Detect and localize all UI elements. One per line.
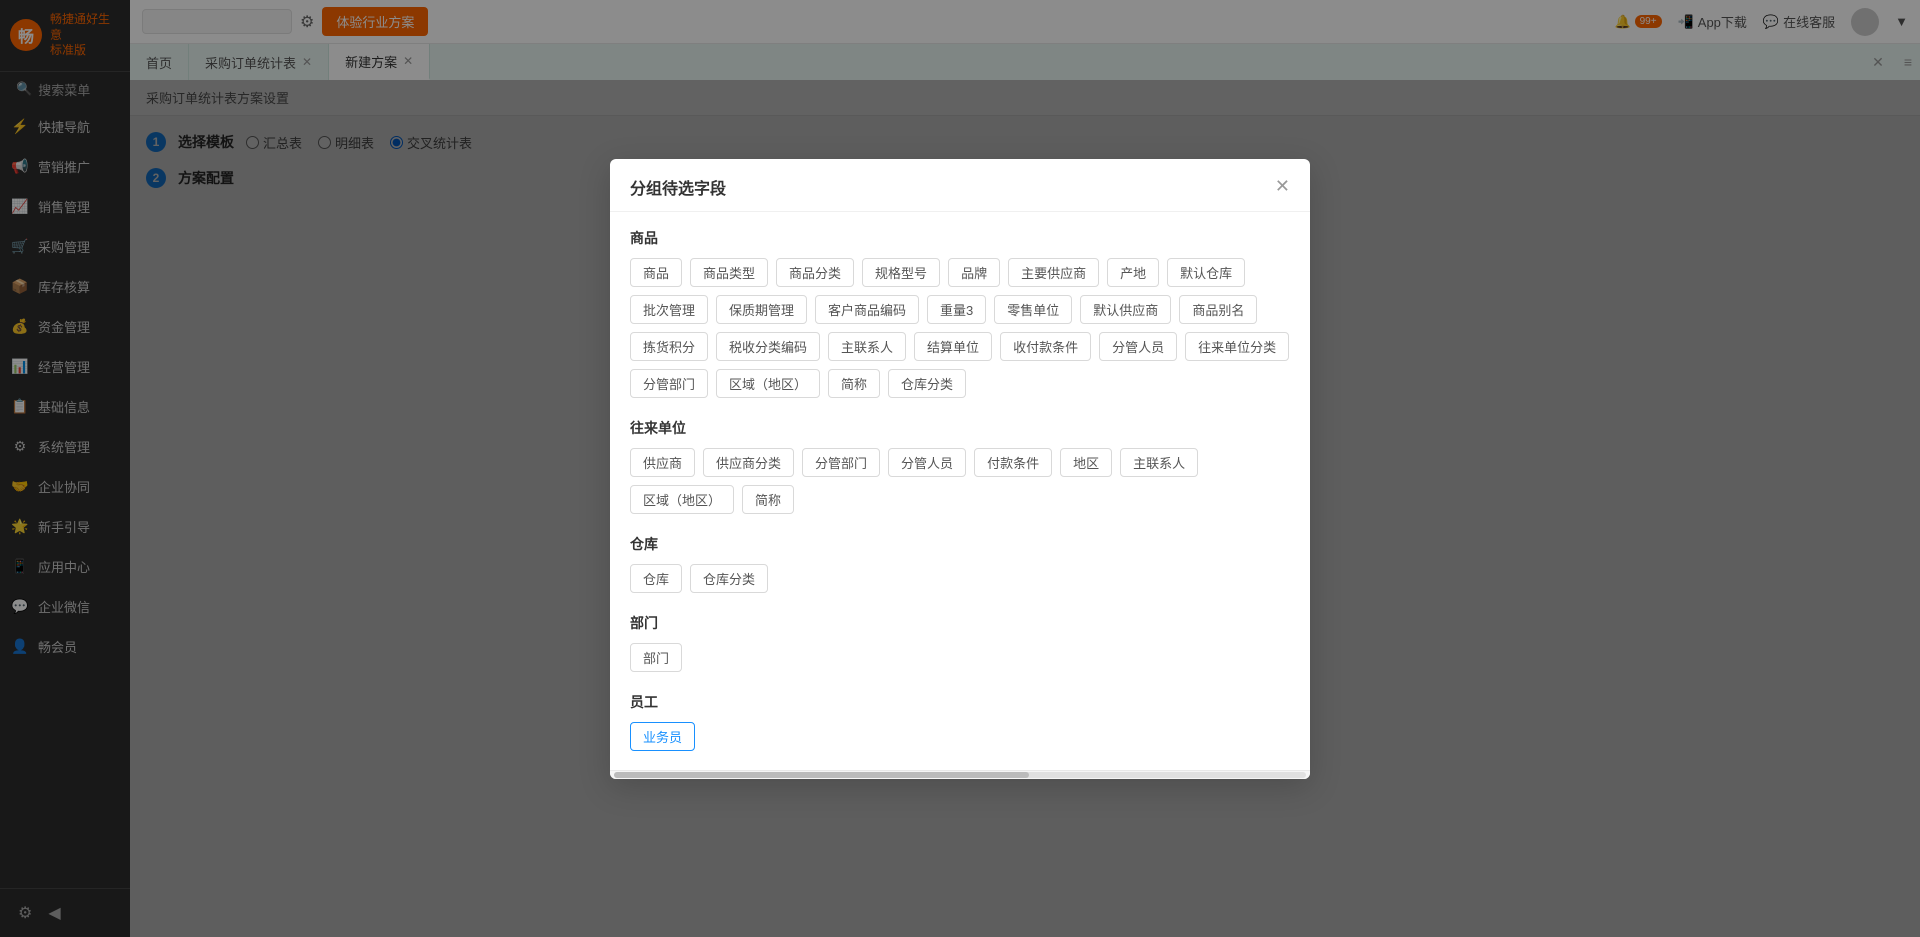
field-tag-region[interactable]: 地区 bbox=[1060, 448, 1112, 477]
field-tag-default-warehouse[interactable]: 默认仓库 bbox=[1167, 258, 1245, 287]
hscroll-thumb bbox=[614, 772, 1029, 778]
field-tag-supplier-category[interactable]: 供应商分类 bbox=[703, 448, 794, 477]
field-tag-partner-category[interactable]: 往来单位分类 bbox=[1185, 332, 1289, 361]
warehouse-section-title: 仓库 bbox=[630, 534, 1290, 554]
employee-fields: 业务员 bbox=[630, 722, 1290, 751]
product-fields: 商品 商品类型 商品分类 规格型号 品牌 主要供应商 产地 默认仓库 批次管理 … bbox=[630, 258, 1290, 398]
field-tag-batch-mgmt[interactable]: 批次管理 bbox=[630, 295, 708, 324]
product-section: 商品 商品 商品类型 商品分类 规格型号 品牌 主要供应商 产地 默认仓库 批次… bbox=[630, 228, 1290, 398]
field-tag-supervisor2[interactable]: 分管人员 bbox=[888, 448, 966, 477]
product-section-title: 商品 bbox=[630, 228, 1290, 248]
modal-body[interactable]: 商品 商品 商品类型 商品分类 规格型号 品牌 主要供应商 产地 默认仓库 批次… bbox=[610, 212, 1310, 770]
modal-title: 分组待选字段 bbox=[630, 175, 726, 199]
field-tag-salesperson[interactable]: 业务员 bbox=[630, 722, 695, 751]
field-tag-dept2[interactable]: 分管部门 bbox=[802, 448, 880, 477]
warehouse-fields: 仓库 仓库分类 bbox=[630, 564, 1290, 593]
field-tag-area2[interactable]: 区域（地区） bbox=[630, 485, 734, 514]
partner-section-title: 往来单位 bbox=[630, 418, 1290, 438]
field-tag-region-area[interactable]: 区域（地区） bbox=[716, 369, 820, 398]
field-tag-warehouse-category2[interactable]: 仓库分类 bbox=[690, 564, 768, 593]
field-tag-product-type[interactable]: 商品类型 bbox=[690, 258, 768, 287]
field-tag-brand[interactable]: 品牌 bbox=[948, 258, 1000, 287]
department-fields: 部门 bbox=[630, 643, 1290, 672]
field-tag-tax-code[interactable]: 税收分类编码 bbox=[716, 332, 820, 361]
modal-overlay: 分组待选字段 ✕ 商品 商品 商品类型 商品分类 规格型号 品牌 主要供应商 产… bbox=[0, 0, 1920, 937]
field-tag-warehouse[interactable]: 仓库 bbox=[630, 564, 682, 593]
hscroll-track bbox=[614, 772, 1306, 778]
field-tag-default-supplier[interactable]: 默认供应商 bbox=[1080, 295, 1171, 324]
field-tag-customer-code[interactable]: 客户商品编码 bbox=[815, 295, 919, 324]
field-tag-product[interactable]: 商品 bbox=[630, 258, 682, 287]
modal: 分组待选字段 ✕ 商品 商品 商品类型 商品分类 规格型号 品牌 主要供应商 产… bbox=[610, 159, 1310, 779]
field-tag-warehouse-category[interactable]: 仓库分类 bbox=[888, 369, 966, 398]
modal-header: 分组待选字段 ✕ bbox=[610, 159, 1310, 212]
field-tag-short-name[interactable]: 简称 bbox=[828, 369, 880, 398]
modal-horizontal-scrollbar[interactable] bbox=[610, 770, 1310, 779]
field-tag-department[interactable]: 部门 bbox=[630, 643, 682, 672]
field-tag-payment-terms[interactable]: 收付款条件 bbox=[1000, 332, 1091, 361]
field-tag-expiry-mgmt[interactable]: 保质期管理 bbox=[716, 295, 807, 324]
field-tag-spec-model[interactable]: 规格型号 bbox=[862, 258, 940, 287]
field-tag-supervisor[interactable]: 分管人员 bbox=[1099, 332, 1177, 361]
field-tag-main-supplier[interactable]: 主要供应商 bbox=[1008, 258, 1099, 287]
field-tag-product-alias[interactable]: 商品别名 bbox=[1179, 295, 1257, 324]
field-tag-weight3[interactable]: 重量3 bbox=[927, 295, 986, 324]
field-tag-settlement-unit[interactable]: 结算单位 bbox=[914, 332, 992, 361]
field-tag-main-contact2[interactable]: 主联系人 bbox=[1120, 448, 1198, 477]
field-tag-main-contact[interactable]: 主联系人 bbox=[828, 332, 906, 361]
field-tag-dept[interactable]: 分管部门 bbox=[630, 369, 708, 398]
modal-close-button[interactable]: ✕ bbox=[1275, 176, 1290, 197]
field-tag-product-category[interactable]: 商品分类 bbox=[776, 258, 854, 287]
employee-section: 员工 业务员 bbox=[630, 692, 1290, 751]
field-tag-pick-points[interactable]: 拣货积分 bbox=[630, 332, 708, 361]
employee-section-title: 员工 bbox=[630, 692, 1290, 712]
field-tag-short-name2[interactable]: 简称 bbox=[742, 485, 794, 514]
department-section: 部门 部门 bbox=[630, 613, 1290, 672]
field-tag-payment-terms2[interactable]: 付款条件 bbox=[974, 448, 1052, 477]
field-tag-retail-unit[interactable]: 零售单位 bbox=[994, 295, 1072, 324]
department-section-title: 部门 bbox=[630, 613, 1290, 633]
partner-section: 往来单位 供应商 供应商分类 分管部门 分管人员 付款条件 地区 主联系人 区域… bbox=[630, 418, 1290, 514]
field-tag-origin[interactable]: 产地 bbox=[1107, 258, 1159, 287]
partner-fields: 供应商 供应商分类 分管部门 分管人员 付款条件 地区 主联系人 区域（地区） … bbox=[630, 448, 1290, 514]
field-tag-supplier[interactable]: 供应商 bbox=[630, 448, 695, 477]
warehouse-section: 仓库 仓库 仓库分类 bbox=[630, 534, 1290, 593]
